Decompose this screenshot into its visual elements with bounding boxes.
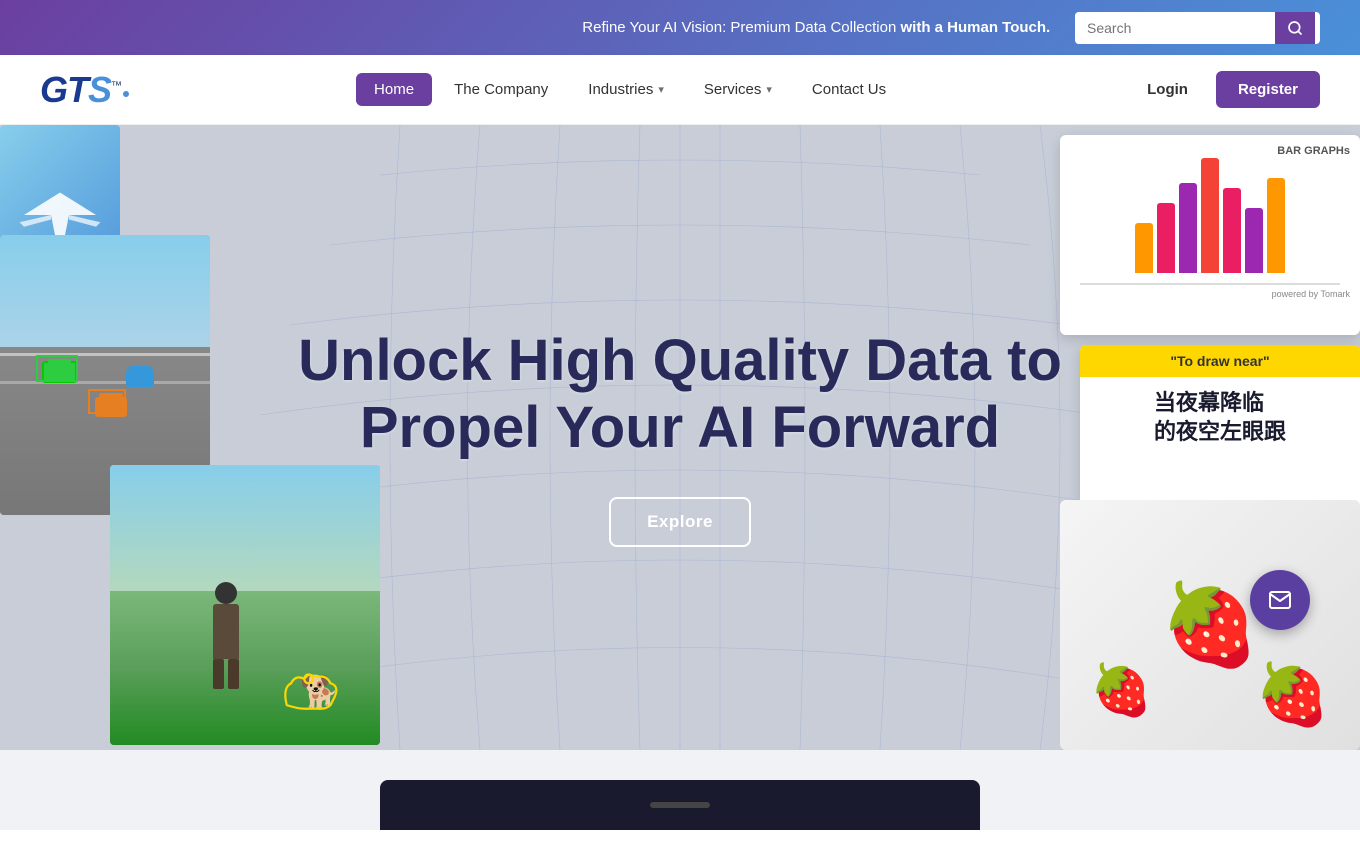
hero-section: .grid-line { stroke: #8899cc; stroke-wid… [0,125,1360,750]
nav-home[interactable]: Home [356,73,432,106]
float-email-button[interactable] [1250,570,1310,630]
email-icon [1268,588,1292,612]
industries-chevron-icon: ▾ [658,83,664,96]
bottom-bar [650,802,710,808]
hero-center: Unlock High Quality Data to Propel Your … [0,125,1360,750]
logo-text: GTS™ [40,69,121,111]
nav-services[interactable]: Services ▾ [686,73,790,106]
explore-button[interactable]: Explore [609,497,751,547]
announcement-normal: Refine Your AI Vision: Premium Data Coll… [582,19,900,36]
login-button[interactable]: Login [1131,73,1204,106]
announcement-bold: with a Human Touch. [901,19,1051,36]
nav-bar: GTS™ Home The Company Industries ▾ Servi… [0,55,1360,125]
services-chevron-icon: ▾ [766,83,772,96]
search-icon [1287,20,1303,36]
register-button[interactable]: Register [1216,71,1320,108]
bottom-section [0,750,1360,830]
nav-contact[interactable]: Contact Us [794,73,904,106]
search-box [1075,12,1320,44]
logo[interactable]: GTS™ [40,69,129,111]
search-input[interactable] [1075,12,1275,44]
logo-dot [123,91,129,97]
hero-title: Unlock High Quality Data to Propel Your … [298,328,1062,461]
nav-auth: Login Register [1131,71,1320,108]
nav-company[interactable]: The Company [436,73,566,106]
top-bar: Refine Your AI Vision: Premium Data Coll… [0,0,1360,55]
nav-industries[interactable]: Industries ▾ [570,73,682,106]
search-button[interactable] [1275,12,1315,44]
nav-links: Home The Company Industries ▾ Services ▾… [356,73,904,106]
announcement: Refine Your AI Vision: Premium Data Coll… [558,19,1076,36]
bottom-device-hint [380,780,980,830]
